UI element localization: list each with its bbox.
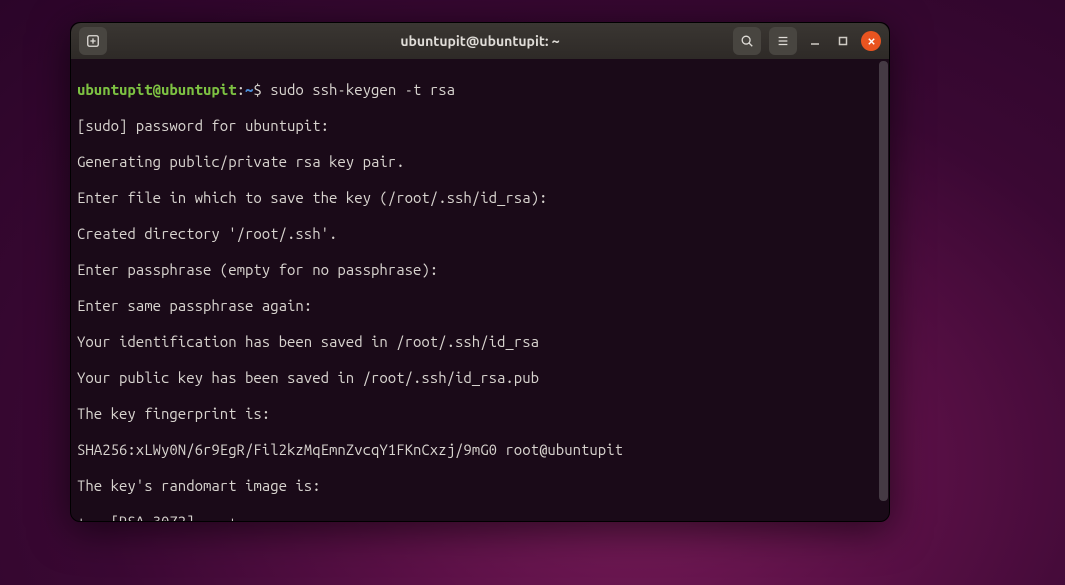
close-button[interactable] [861,31,881,51]
new-tab-button[interactable] [79,27,107,55]
output-line: Your public key has been saved in /root/… [77,369,883,387]
output-line: [sudo] password for ubuntupit: [77,117,883,135]
menu-button[interactable] [769,27,797,55]
prompt-symbol: $ [253,81,261,98]
output-line: Enter file in which to save the key (/ro… [77,189,883,207]
output-line: Enter passphrase (empty for no passphras… [77,261,883,279]
terminal-window: ubuntupit@ubuntupit: ~ ubuntupit@ubuntup… [70,22,890,522]
output-line: SHA256:xLWy0N/6r9EgR/Fil2kzMqEmnZvcqY1FK… [77,441,883,459]
scrollbar-thumb[interactable] [879,61,888,501]
output-line: Generating public/private rsa key pair. [77,153,883,171]
titlebar: ubuntupit@ubuntupit: ~ [71,23,889,59]
prompt-user-host: ubuntupit@ubuntupit [77,81,237,98]
output-line: The key fingerprint is: [77,405,883,423]
output-line: Enter same passphrase again: [77,297,883,315]
scrollbar[interactable] [879,61,888,501]
output-line: Created directory '/root/.ssh'. [77,225,883,243]
terminal-body[interactable]: ubuntupit@ubuntupit:~$ sudo ssh-keygen -… [71,59,889,521]
minimize-button[interactable] [805,31,825,51]
output-line: The key's randomart image is: [77,477,883,495]
randomart-line: +---[RSA 3072]----+ [77,513,883,522]
command-text: sudo ssh-keygen -t rsa [270,81,455,98]
search-button[interactable] [733,27,761,55]
maximize-button[interactable] [833,31,853,51]
output-line: Your identification has been saved in /r… [77,333,883,351]
prompt-line: ubuntupit@ubuntupit:~$ sudo ssh-keygen -… [77,81,883,99]
